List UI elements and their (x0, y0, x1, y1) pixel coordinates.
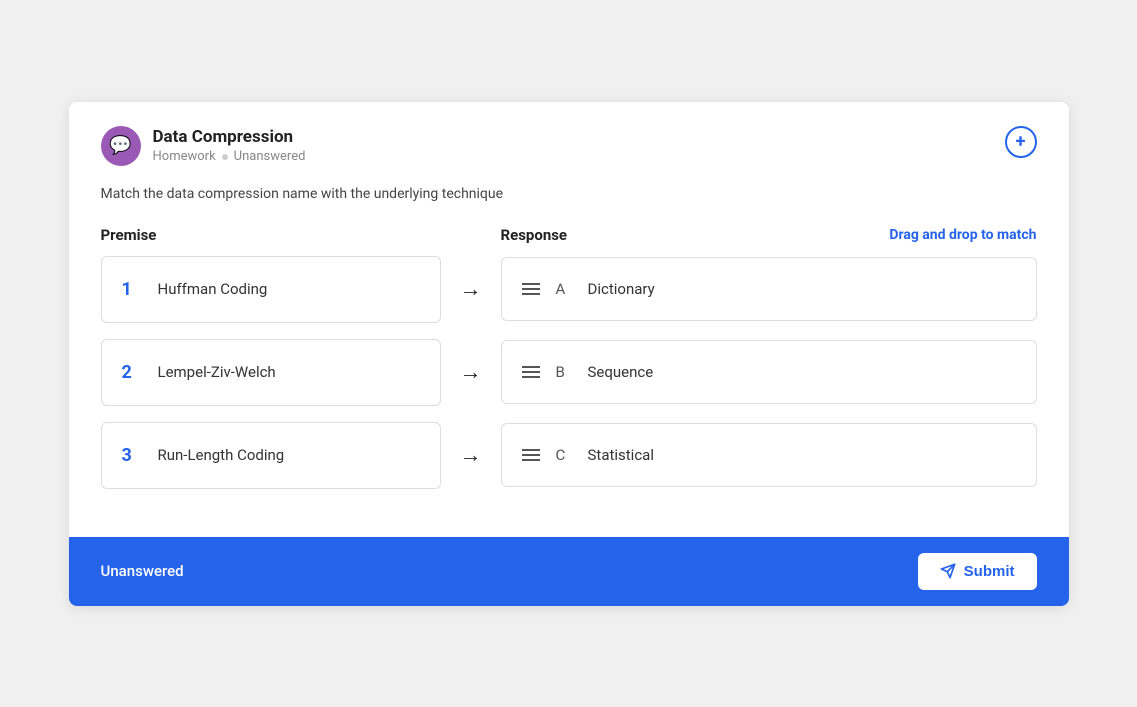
avatar: 💬 (101, 126, 141, 166)
premise-column-header: Premise (101, 226, 441, 244)
assignment-title: Data Compression (153, 127, 306, 147)
response-text-2: Sequence (588, 363, 654, 381)
response-box-3[interactable]: C Statistical (501, 423, 1037, 487)
response-letter-3: C (556, 446, 572, 464)
drag-handle-1 (522, 283, 540, 295)
header-meta: Homework Unanswered (153, 149, 306, 164)
matching-row-2: 2 Lempel-Ziv-Welch → B Sequence (101, 339, 1037, 406)
main-card: 💬 Data Compression Homework Unanswered +… (69, 102, 1069, 606)
response-box-2[interactable]: B Sequence (501, 340, 1037, 404)
footer-status: Unanswered (101, 562, 184, 580)
submit-label: Submit (964, 563, 1015, 580)
dragdrop-label: Drag and drop to match (889, 227, 1036, 243)
matching-row-3: 3 Run-Length Coding → C Statistical (101, 422, 1037, 489)
premise-text-3: Run-Length Coding (158, 446, 285, 464)
response-column-header: Response (501, 226, 890, 244)
card-body: 💬 Data Compression Homework Unanswered +… (69, 102, 1069, 537)
instruction-text: Match the data compression name with the… (101, 186, 1037, 202)
premise-text-1: Huffman Coding (158, 280, 268, 298)
premise-box-3[interactable]: 3 Run-Length Coding (101, 422, 441, 489)
matching-row-1: 1 Huffman Coding → A Dictionary (101, 256, 1037, 323)
premise-number-1: 1 (122, 279, 142, 300)
arrow-2: → (441, 359, 501, 385)
premise-number-3: 3 (122, 445, 142, 466)
arrow-3: → (441, 442, 501, 468)
premise-box-1[interactable]: 1 Huffman Coding (101, 256, 441, 323)
submit-icon (940, 563, 956, 579)
premise-box-2[interactable]: 2 Lempel-Ziv-Welch (101, 339, 441, 406)
header-left: 💬 Data Compression Homework Unanswered (101, 126, 306, 166)
meta-type: Homework (153, 149, 216, 164)
header: 💬 Data Compression Homework Unanswered + (101, 126, 1037, 166)
response-letter-2: B (556, 363, 572, 381)
premise-text-2: Lempel-Ziv-Welch (158, 363, 276, 381)
avatar-icon: 💬 (109, 135, 131, 156)
footer: Unanswered Submit (69, 537, 1069, 606)
arrow-1: → (441, 276, 501, 302)
header-info: Data Compression Homework Unanswered (153, 127, 306, 164)
meta-dot (222, 154, 228, 160)
add-button[interactable]: + (1005, 126, 1037, 158)
columns-header: Premise Response Drag and drop to match (101, 226, 1037, 244)
premise-number-2: 2 (122, 362, 142, 383)
response-text-3: Statistical (588, 446, 654, 464)
response-text-1: Dictionary (588, 280, 655, 298)
response-box-1[interactable]: A Dictionary (501, 257, 1037, 321)
response-letter-1: A (556, 280, 572, 298)
add-icon: + (1016, 131, 1026, 152)
drag-handle-3 (522, 449, 540, 461)
submit-button[interactable]: Submit (918, 553, 1037, 590)
meta-status: Unanswered (234, 149, 306, 164)
drag-handle-2 (522, 366, 540, 378)
